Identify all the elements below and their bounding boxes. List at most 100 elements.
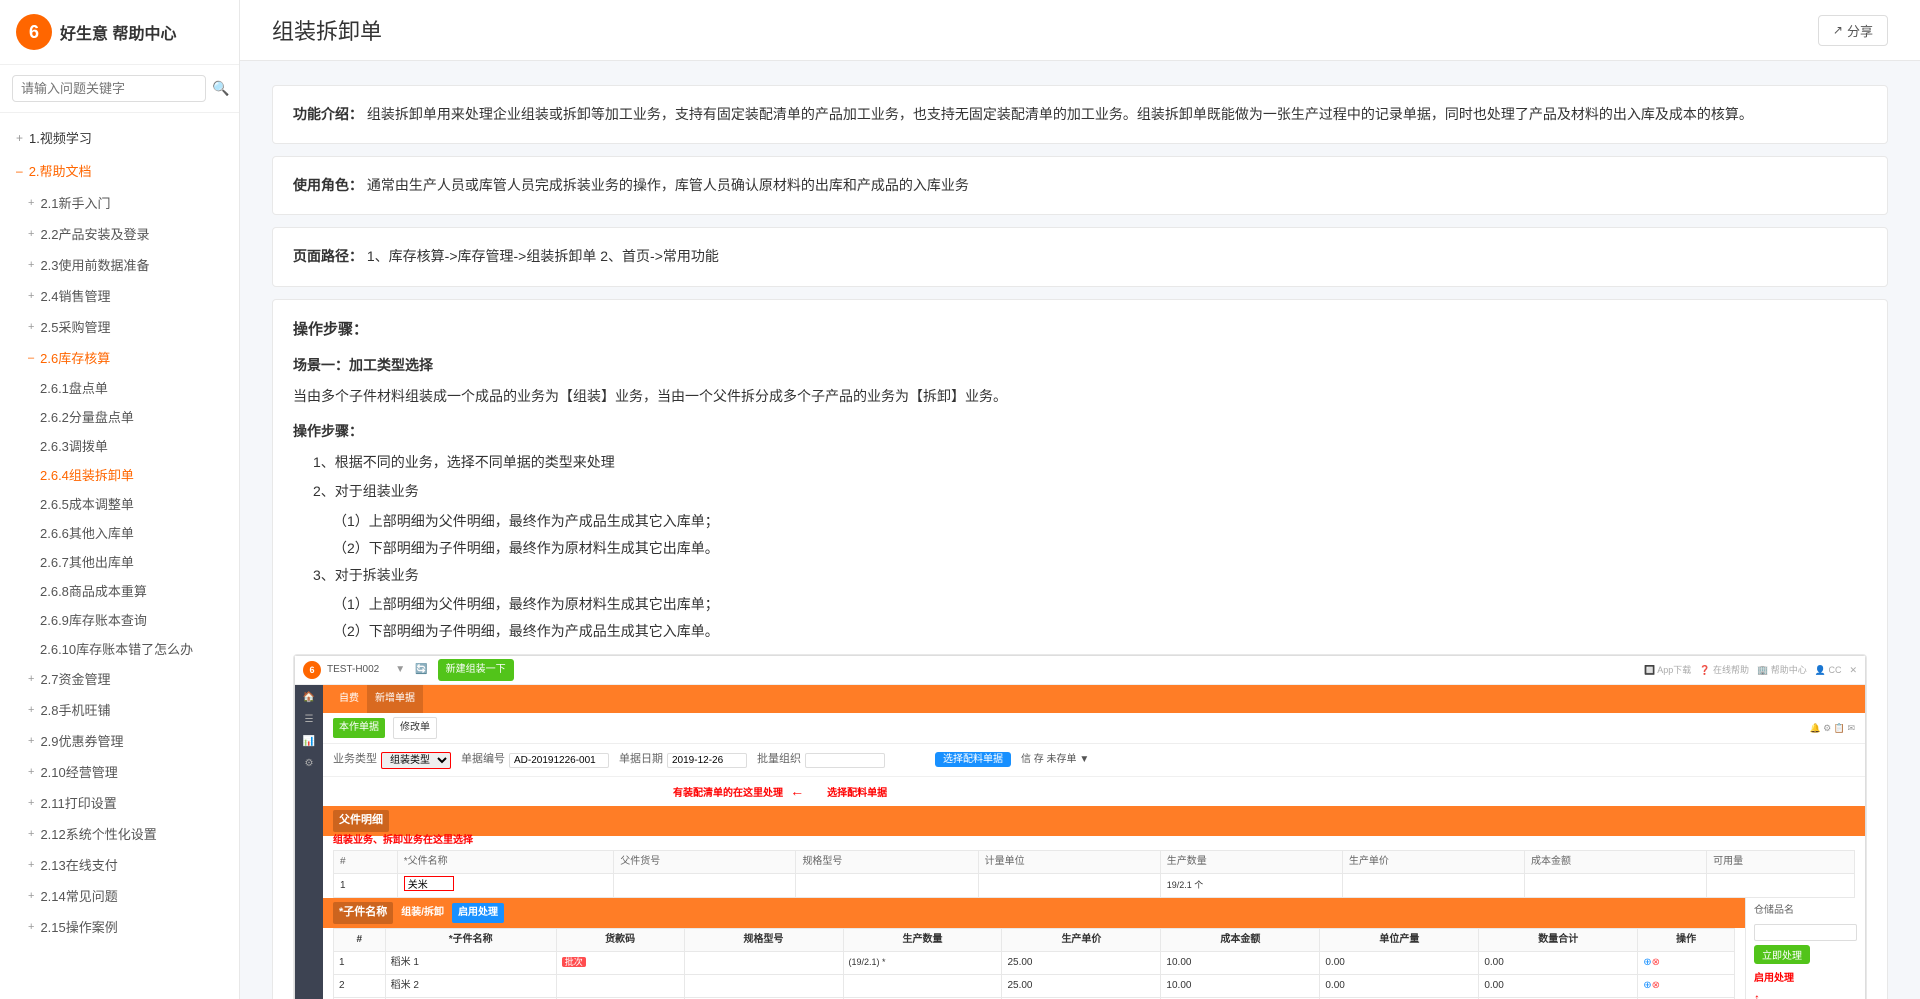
mock-field-org-label: 批量组织 [757,750,801,770]
mock-ann1-row: 有装配清单的在这里处理 ← 选择配料单据 [323,777,1865,806]
mock-settings-icon[interactable]: ⚙ [305,755,314,773]
plus-icon-funds: + [28,673,34,685]
mock-company: TEST-H002 [327,661,379,679]
sidebar-item-print[interactable]: + 2.11打印设置 [0,787,239,818]
sidebar-item-other-out[interactable]: 2.6.7其他出库单 [0,547,239,576]
sidebar-item-docs[interactable]: – 2.帮助文档 [0,154,239,187]
mock-nav-home[interactable]: 自费 [331,685,367,713]
mock-apps-icon: 🔲 App下载 [1644,662,1691,678]
plus-icon-purchase: + [28,321,34,333]
mock-new-btn[interactable]: 新建组装一下 [438,659,514,681]
mock-sub-cell-1-name: 稻米 1 [385,952,556,975]
mock-edit-btn[interactable]: 修改单 [393,717,437,739]
sidebar-item-transfer[interactable]: 2.6.3调拨单 [0,431,239,460]
mock-select-material-btn[interactable]: 选择配料单据 [935,752,1011,767]
mock-list-icon[interactable]: ☰ [305,711,314,729]
mock-th-unit: 计量单位 [978,851,1160,874]
sidebar-item-partial-check[interactable]: 2.6.2分量盘点单 [0,402,239,431]
mock-sub-copy-icon-2[interactable]: ⊕ [1643,980,1651,991]
func-intro-label: 功能介绍： [293,106,363,122]
mock-cell-code [614,874,796,898]
sidebar-item-newbie[interactable]: + 2.1新手入门 [0,187,239,218]
screenshot-container: 6 TEST-H002 ▼ 🔄 新建组装一下 🔲 App下载 ❓ 在线帮助 🏢 … [293,654,1867,999]
sidebar-item-system[interactable]: + 2.12系统个性化设置 [0,818,239,849]
ops-title: 操作步骤： [293,316,1867,343]
mock-sub-th-qty: 生产数量 [843,929,1002,952]
disassembly-step1: （1）上部明细为父件明细，最终作为原材料生成其它出库单； [333,592,1867,617]
sidebar-item-cost-adjust[interactable]: 2.6.5成本调整单 [0,489,239,518]
search-bar: 🔍 [0,65,239,113]
mock-sub-cell-2-qty [843,975,1002,998]
plus-icon-print: + [28,797,34,809]
sidebar-item-manage[interactable]: + 2.10经营管理 [0,756,239,787]
mock-type-select[interactable]: 组装类型 [381,752,451,769]
mock-th-cost: 成本金额 [1525,851,1707,874]
mock-child-section: *子件名称 组装/拆卸 启用处理 [323,898,1745,999]
mock-child-tab[interactable]: *子件名称 [333,902,393,924]
mock-sub-copy-icon[interactable]: ⊕ [1643,957,1651,968]
sidebar-item-video[interactable]: + 1.视频学习 [0,121,239,154]
mock-date-input[interactable] [667,753,747,768]
sidebar-item-data-prep[interactable]: + 2.3使用前数据准备 [0,249,239,280]
mock-save-btn[interactable]: 本作单据 [333,718,385,738]
mock-docno-input[interactable] [509,753,609,768]
mock-sub-row-1: 1 稻米 1 批次 (19/2.1) * 25.00 10.00 [334,952,1735,975]
mock-section-bar-wrap: 父件明细 组装业务、拆卸业务在这里选择 [323,806,1865,836]
search-input[interactable] [12,75,206,102]
plus-icon-manage: + [28,766,34,778]
mock-right-input[interactable] [1754,924,1857,941]
mock-sub-cell-2-spec [684,975,843,998]
content-area: 功能介绍： 组装拆卸单用来处理企业组装或拆卸等加工业务，支持有固定装配清单的产品… [240,61,1920,999]
mock-home-icon[interactable]: 🏠 [303,689,315,707]
sidebar-item-funds[interactable]: + 2.7资金管理 [0,663,239,694]
mock-nav-add[interactable]: 新增单据 [367,685,423,713]
path-card: 页面路径： 1、库存核算->库存管理->组装拆卸单 2、首页->常用功能 [272,227,1888,286]
mock-org-input[interactable] [805,753,885,768]
disassembly-step2: （2）下部明细为子件明细，最终作为产成品生成其它入库单。 [333,619,1867,644]
mock-process-btn[interactable]: 立即处理 [1754,945,1810,964]
mock-sub-del-icon-2[interactable]: ⊗ [1652,980,1660,991]
mock-titlebar-right: 🔲 App下载 ❓ 在线帮助 🏢 帮助中心 👤 CC ✕ [1644,662,1857,678]
mock-parent-name-input[interactable] [404,876,454,891]
sidebar-item-stock-query[interactable]: 2.6.9库存账本查询 [0,605,239,634]
mock-parent-tab[interactable]: 父件明细 [333,810,389,832]
sidebar-header: 6 好生意 帮助中心 [0,0,239,65]
mock-sub-del-icon[interactable]: ⊗ [1652,957,1660,968]
sidebar-item-sales[interactable]: + 2.4销售管理 [0,280,239,311]
mock-sub-th-ops: 操作 [1638,929,1735,952]
mock-field-docno-label: 单据编号 [461,750,505,770]
mock-sub-cell-1-price: 25.00 [1002,952,1161,975]
mock-close-icon[interactable]: ✕ [1849,662,1857,678]
sidebar-item-mobile[interactable]: + 2.8手机旺铺 [0,694,239,725]
sidebar-item-coupon[interactable]: + 2.9优惠券管理 [0,725,239,756]
mock-field-type: 业务类型 组装类型 [333,750,451,770]
sidebar-item-faq[interactable]: + 2.14常见问题 [0,880,239,911]
sidebar-item-other-in[interactable]: 2.6.6其他入库单 [0,518,239,547]
mock-child-table: # *子件名称 货款码 规格型号 生产数量 生产单价 成本金额 [333,928,1735,999]
sidebar-item-stock-error[interactable]: 2.6.10库存账本错了怎么办 [0,634,239,663]
sidebar-item-data-label: 2.3使用前数据准备 [40,255,149,274]
mock-cell-num: 1 [334,874,398,898]
mock-enable-btn[interactable]: 启用处理 [452,903,504,923]
func-intro-text: 功能介绍： 组装拆卸单用来处理企业组装或拆卸等加工业务，支持有固定装配清单的产品… [293,102,1867,127]
sidebar-item-cost-recalc[interactable]: 2.6.8商品成本重算 [0,576,239,605]
sidebar-item-purchase[interactable]: + 2.5采购管理 [0,311,239,342]
share-button[interactable]: ↗ 分享 [1818,15,1888,46]
sidebar-item-payment[interactable]: + 2.13在线支付 [0,849,239,880]
mock-app: 6 TEST-H002 ▼ 🔄 新建组装一下 🔲 App下载 ❓ 在线帮助 🏢 … [294,655,1866,999]
plus-icon-mobile: + [28,704,34,716]
sidebar-item-cases-label: 2.15操作案例 [40,917,117,936]
mock-sub-cell-1-spec [684,952,843,975]
sidebar-item-cases[interactable]: + 2.15操作案例 [0,911,239,942]
sidebar-item-install[interactable]: + 2.2产品安装及登录 [0,218,239,249]
sidebar-item-inventory[interactable]: – 2.6库存核算 [0,342,239,373]
search-icon[interactable]: 🔍 [212,80,229,97]
plus-icon-payment: + [28,859,34,871]
sidebar-item-inventory-check[interactable]: 2.6.1盘点单 [0,373,239,402]
sidebar-item-assembly[interactable]: 2.6.4组装拆卸单 [0,460,239,489]
mock-chart-icon[interactable]: 📊 [303,733,315,751]
plus-icon-newbie: + [28,197,34,209]
scene1-heading: 场景一：加工类型选择 [293,353,1867,378]
ann3-text: 组装业务、拆卸业务在这里选择 [333,832,473,850]
mock-titlebar-left: 6 TEST-H002 ▼ 🔄 新建组装一下 [303,659,514,681]
